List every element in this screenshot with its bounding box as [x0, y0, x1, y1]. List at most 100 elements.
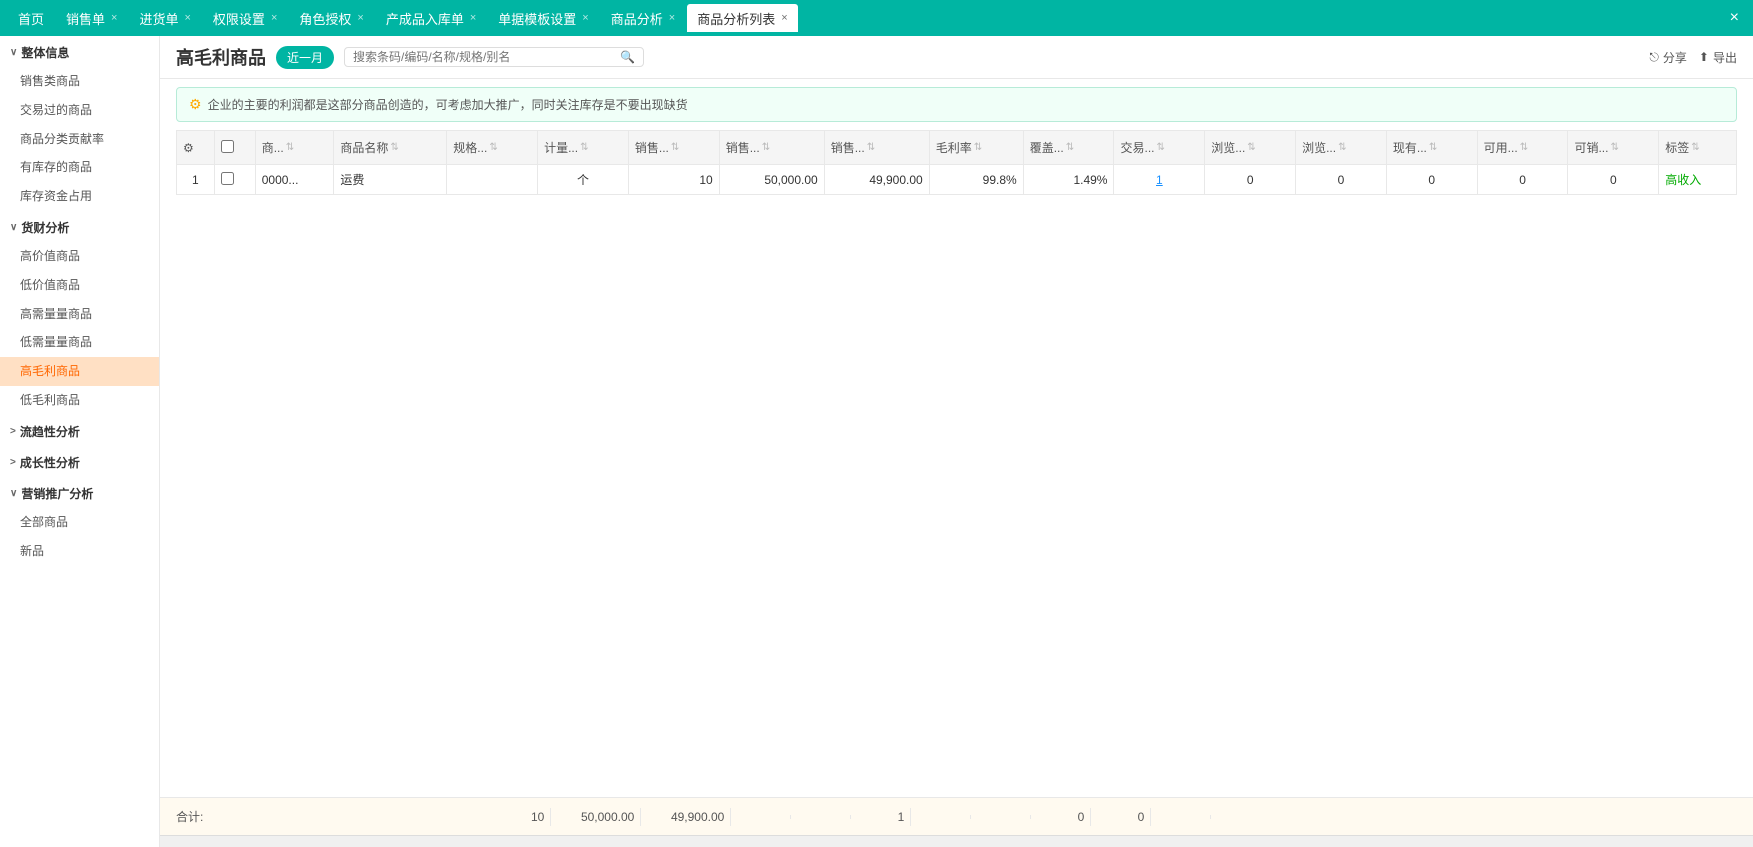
- search-box: 🔍: [344, 47, 644, 67]
- sidebar-group-title-monetary_analysis[interactable]: ∨货财分析: [0, 211, 159, 242]
- share-button[interactable]: ⎋ 分享: [1649, 49, 1687, 66]
- sidebar-item-high_demand[interactable]: 高需量量商品: [0, 300, 159, 329]
- cell-sales_amount: 50,000.00: [719, 165, 824, 195]
- row-checkbox[interactable]: [221, 172, 234, 185]
- sidebar-group-title-overall_info[interactable]: ∨整体信息: [0, 36, 159, 67]
- col-header-current_stock[interactable]: 现有...⇅: [1386, 131, 1477, 165]
- cell-transactions[interactable]: 1: [1114, 165, 1205, 195]
- col-header-sales_amount[interactable]: 销售...⇅: [719, 131, 824, 165]
- sidebar-item-low_margin[interactable]: 低毛利商品: [0, 386, 159, 415]
- sidebar-item-sales_commodities[interactable]: 销售类商品: [0, 67, 159, 96]
- transactions-link[interactable]: 1: [1156, 173, 1163, 187]
- nav-tab-product_warehousing[interactable]: 产成品入库单×: [376, 4, 486, 32]
- sort-icon-browse2: ⇅: [1338, 142, 1346, 153]
- nav-tab-label: 销售单: [66, 9, 105, 28]
- sidebar-item-high_value[interactable]: 高价值商品: [0, 242, 159, 271]
- page-title: 高毛利商品: [176, 44, 266, 70]
- nav-tab-close-product_warehousing[interactable]: ×: [470, 12, 476, 24]
- cell-coverage: 1.49%: [1023, 165, 1114, 195]
- sidebar-item-new_products[interactable]: 新品: [0, 537, 159, 566]
- horizontal-scrollbar[interactable]: [160, 835, 1753, 847]
- search-input[interactable]: [353, 50, 616, 64]
- col-label-spec: 规格...: [453, 139, 487, 156]
- col-header-tag[interactable]: 标签⇅: [1659, 131, 1737, 165]
- sidebar-group-title-trend_analysis[interactable]: > 流趋性分析: [0, 415, 159, 446]
- footer-browse1: [911, 815, 971, 819]
- select-all-checkbox[interactable]: [221, 140, 234, 153]
- nav-tab-close-product_analysis[interactable]: ×: [669, 12, 675, 24]
- sidebar-item-all_products[interactable]: 全部商品: [0, 508, 159, 537]
- col-header-saleable_stock[interactable]: 可销...⇅: [1568, 131, 1659, 165]
- search-icon[interactable]: 🔍: [620, 50, 635, 64]
- col-header-transactions[interactable]: 交易...⇅: [1114, 131, 1205, 165]
- cell-saleable_stock: 0: [1568, 165, 1659, 195]
- sidebar-item-low_value[interactable]: 低价值商品: [0, 271, 159, 300]
- export-label: 导出: [1713, 49, 1737, 66]
- sidebar-item-commodity_contribution[interactable]: 商品分类贡献率: [0, 125, 159, 154]
- sort-icon-unit: ⇅: [580, 142, 588, 153]
- sidebar-group-arrow-trend_analysis: >: [10, 426, 16, 437]
- col-label-current_stock: 现有...: [1393, 139, 1427, 156]
- cell-name: 运费: [334, 165, 447, 195]
- nav-tab-role_permission[interactable]: 角色授权×: [289, 4, 373, 32]
- col-header-gross_margin[interactable]: 毛利率⇅: [929, 131, 1023, 165]
- sidebar-item-inventory_commodities[interactable]: 有库存的商品: [0, 153, 159, 182]
- col-header-name[interactable]: 商品名称⇅: [334, 131, 447, 165]
- sidebar-group-label-trend_analysis: 流趋性分析: [20, 423, 80, 440]
- cell-available_stock: 0: [1477, 165, 1568, 195]
- col-header-unit[interactable]: 计量...⇅: [538, 131, 629, 165]
- nav-tab-purchase[interactable]: 进货单×: [129, 4, 200, 32]
- nav-tab-close-permission_settings[interactable]: ×: [271, 12, 277, 24]
- sort-icon-code: ⇅: [286, 142, 294, 153]
- nav-tab-sales[interactable]: 销售单 ×: [56, 4, 127, 32]
- sidebar: « ∨整体信息销售类商品交易过的商品商品分类贡献率有库存的商品库存资金占用∨货财…: [0, 36, 160, 847]
- nav-tab-close-template_settings[interactable]: ×: [582, 12, 588, 24]
- sidebar-group-label-overall_info: 整体信息: [21, 44, 69, 61]
- col-header-browse1[interactable]: 浏览...⇅: [1205, 131, 1296, 165]
- nav-tab-product_analysis_list[interactable]: 商品分析列表 ×: [687, 4, 797, 32]
- cell-sales_cost: 49,900.00: [824, 165, 929, 195]
- col-header-code[interactable]: 商...⇅: [255, 131, 334, 165]
- cell-browse1: 0: [1205, 165, 1296, 195]
- sidebar-item-inventory_capital[interactable]: 库存资金占用: [0, 182, 159, 211]
- footer-saleable-stock: [1151, 815, 1211, 819]
- sort-icon-gross_margin: ⇅: [974, 142, 982, 153]
- nav-tab-product_analysis[interactable]: 商品分析×: [601, 4, 685, 32]
- nav-tab-home[interactable]: 首页: [8, 4, 54, 32]
- nav-tab-template_settings[interactable]: 单据模板设置×: [488, 4, 598, 32]
- sidebar-group-title-growth_analysis[interactable]: >成长性分析: [0, 446, 159, 477]
- col-header-sales_qty[interactable]: 销售...⇅: [628, 131, 719, 165]
- nav-tab-permission_settings[interactable]: 权限设置×: [203, 4, 287, 32]
- col-label-browse2: 浏览...: [1302, 139, 1336, 156]
- sidebar-toggle-button[interactable]: «: [159, 422, 160, 462]
- col-label-available_stock: 可用...: [1484, 139, 1518, 156]
- export-button[interactable]: ⬆ 导出: [1699, 49, 1737, 66]
- table-container[interactable]: ⚙商...⇅商品名称⇅规格...⇅计量...⇅销售...⇅销售...⇅销售...…: [176, 130, 1737, 797]
- share-label: 分享: [1663, 49, 1687, 66]
- col-label-browse1: 浏览...: [1211, 139, 1245, 156]
- sidebar-group-title-marketing_analysis[interactable]: ∨营销推广分析: [0, 477, 159, 508]
- col-header-coverage[interactable]: 覆盖...⇅: [1023, 131, 1114, 165]
- nav-tab-close-role_permission[interactable]: ×: [357, 12, 363, 24]
- product-table: ⚙商...⇅商品名称⇅规格...⇅计量...⇅销售...⇅销售...⇅销售...…: [176, 130, 1737, 195]
- col-label-unit: 计量...: [544, 139, 578, 156]
- col-header-available_stock[interactable]: 可用...⇅: [1477, 131, 1568, 165]
- nav-tab-close-purchase[interactable]: ×: [184, 12, 190, 24]
- close-all-tabs-button[interactable]: ×: [1724, 9, 1745, 27]
- sidebar-group-arrow-marketing_analysis: ∨: [10, 488, 17, 499]
- nav-tab-label: 首页: [18, 9, 44, 28]
- filter-recent-month-button[interactable]: 近一月: [276, 46, 334, 69]
- nav-tab-close-sales[interactable]: ×: [111, 12, 117, 24]
- cell-checkbox[interactable]: [214, 165, 255, 195]
- col-header-spec[interactable]: 规格...⇅: [447, 131, 538, 165]
- settings-icon[interactable]: ⚙: [183, 141, 194, 155]
- col-header-sales_cost[interactable]: 销售...⇅: [824, 131, 929, 165]
- nav-tab-label: 商品分析列表: [697, 9, 775, 28]
- sidebar-item-traded_commodities[interactable]: 交易过的商品: [0, 96, 159, 125]
- sidebar-item-high_margin[interactable]: 高毛利商品: [0, 357, 159, 386]
- nav-tab-close-product_analysis_list[interactable]: ×: [781, 12, 787, 24]
- cell-tag: 高收入: [1659, 165, 1737, 195]
- col-header-browse2[interactable]: 浏览...⇅: [1296, 131, 1387, 165]
- tag-label: 高收入: [1665, 173, 1701, 187]
- sidebar-item-low_demand[interactable]: 低需量量商品: [0, 328, 159, 357]
